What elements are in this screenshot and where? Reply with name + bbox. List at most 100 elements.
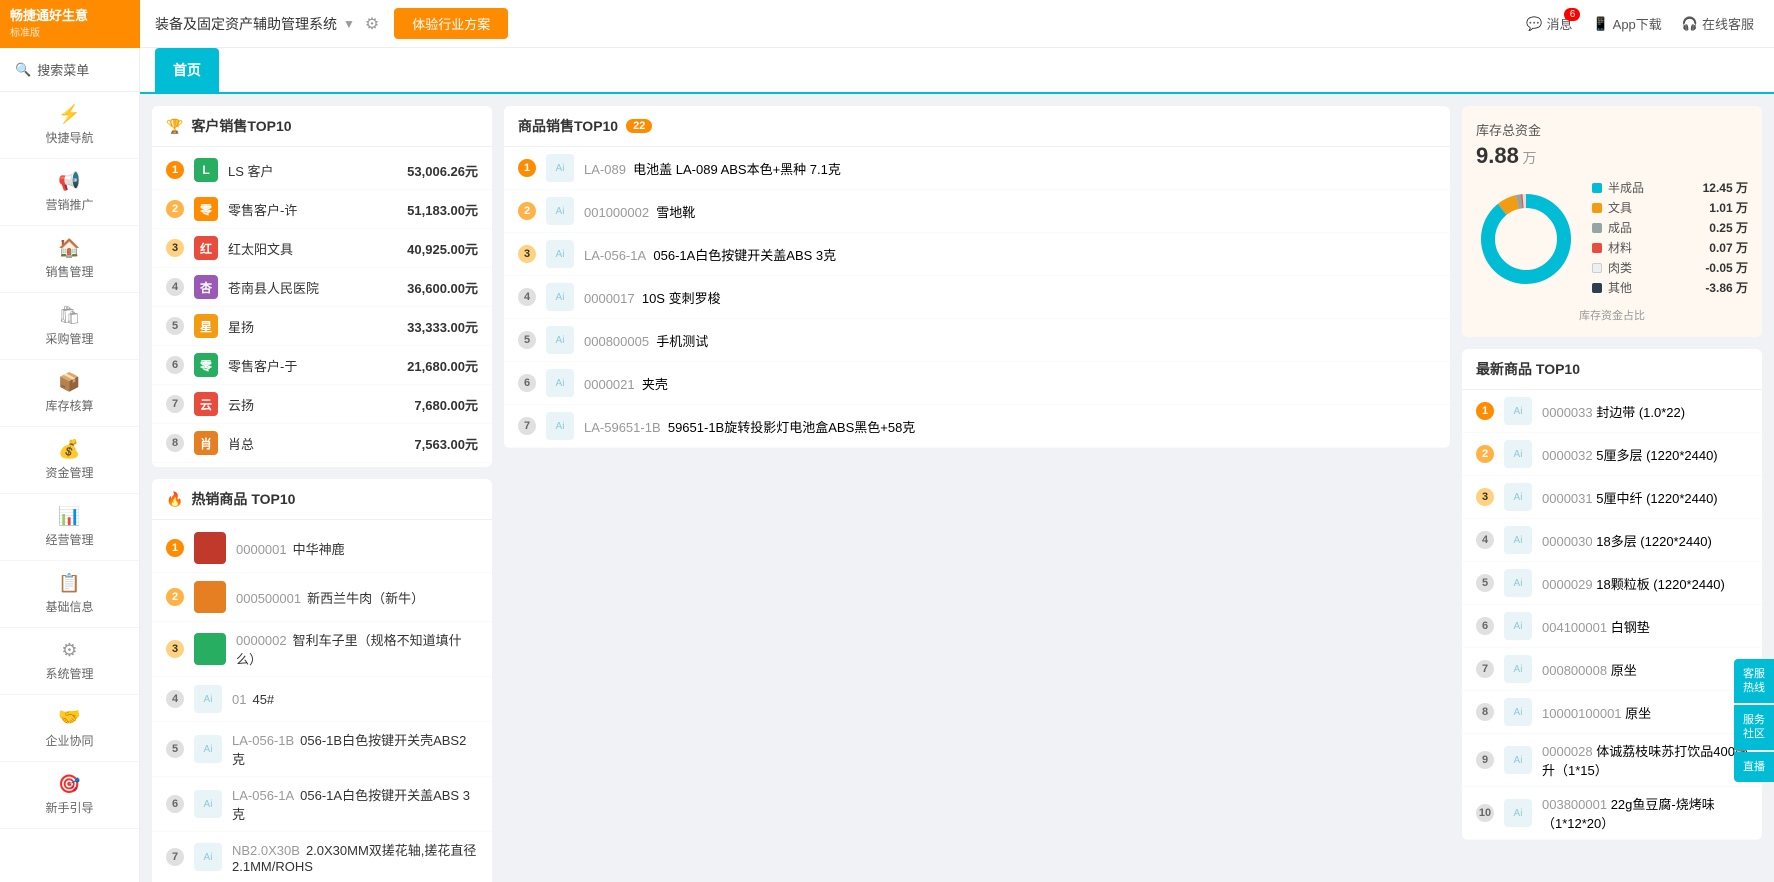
sidebar-item-quick-nav[interactable]: ⚡ 快捷导航 (0, 92, 139, 159)
customer-value: 33,333.00元 (407, 317, 478, 336)
tab-home[interactable]: 首页 (155, 48, 219, 92)
count-badge: 22 (626, 119, 652, 133)
message-button[interactable]: 💬 消息 6 (1526, 14, 1572, 33)
nav-tabs: 首页 (140, 48, 1774, 94)
product-item: 4 Ai 0000017 10S 变刺罗梭 (504, 276, 1450, 319)
customer-value: 51,183.00元 (407, 200, 478, 219)
product-sales-panel: 商品销售TOP10 22 1 Ai LA-089 电池盖 LA-089 ABS本… (504, 106, 1450, 448)
hot-product-item: 3 0000002智利车子里（规格不知道填什么） (152, 622, 492, 677)
product-info: 0000031 5厘中纤 (1220*2440) (1542, 488, 1718, 507)
hot-product-item: 1 0000001中华神鹿 (152, 524, 492, 573)
system-icon: ⚙ (61, 640, 77, 661)
product-item: 1 Ai LA-089 电池盖 LA-089 ABS本色+黑种 7.1克 (504, 147, 1450, 190)
product-thumbnail (194, 581, 226, 613)
product-thumbnail: Ai (194, 790, 222, 818)
legend-label: 其他 (1608, 279, 1632, 296)
product-info: 000500001新西兰牛肉（新牛） (236, 588, 478, 607)
sidebar-item-sales[interactable]: 🏠 销售管理 (0, 226, 139, 293)
product-thumbnail: Ai (1504, 612, 1532, 640)
rank-number: 5 (1476, 574, 1494, 592)
headset-icon: 🎧 (1682, 16, 1698, 32)
product-info: 001000002 雪地靴 (584, 202, 1436, 221)
rank-number: 1 (1476, 402, 1494, 420)
product-item: 7 Ai LA-59651-1B 59651-1B旋转投影灯电池盒ABS黑色+5… (504, 405, 1450, 448)
product-thumbnail: Ai (194, 843, 222, 871)
legend-value: 12.45 万 (1703, 179, 1748, 196)
customer-rank-list: 1 L LS 客户 53,006.26元 2 零 零售客户-许 51,183.0… (152, 147, 492, 467)
donut-section: 半成品 12.45 万 文具 1.01 万 成品 0 (1476, 179, 1748, 299)
search-menu-label: 搜索菜单 (37, 60, 89, 79)
sidebar-item-label: 快捷导航 (45, 129, 93, 146)
customer-sales-title: 客户销售TOP10 (191, 116, 291, 136)
online-service-button[interactable]: 🎧 在线客服 (1682, 14, 1754, 33)
sidebar-item-base-info[interactable]: 📋 基础信息 (0, 561, 139, 628)
rank-number: 5 (518, 331, 536, 349)
cs-float: 客服热线 服务社区 直播 (1734, 659, 1774, 782)
customer-avatar: 杏 (194, 275, 218, 299)
new-product-item: 1 Ai 0000033 封边带 (1.0*22) (1462, 390, 1762, 433)
sidebar-item-collab[interactable]: 🤝 企业协同 (0, 695, 139, 762)
app-download-button[interactable]: 📱 App下载 (1592, 14, 1661, 33)
sidebar-item-purchase[interactable]: 🛍 采购管理 (0, 293, 139, 360)
sidebar-item-guide[interactable]: 🎯 新手引导 (0, 762, 139, 829)
sidebar-item-system[interactable]: ⚙ 系统管理 (0, 628, 139, 695)
sidebar-item-label: 销售管理 (45, 263, 93, 280)
rank-number: 8 (166, 434, 184, 452)
rank-number: 7 (166, 395, 184, 413)
quick-nav-icon: ⚡ (58, 104, 80, 125)
product-thumbnail: Ai (1504, 526, 1532, 554)
cs-live-button[interactable]: 直播 (1734, 752, 1774, 782)
new-product-item: 4 Ai 0000030 18多层 (1220*2440) (1462, 519, 1762, 562)
legend-value: 0.25 万 (1709, 219, 1748, 236)
sidebar-item-label: 新手引导 (45, 799, 93, 816)
customer-rank-item: 7 云 云扬 7,680.00元 (152, 385, 492, 424)
product-thumbnail: Ai (1504, 799, 1532, 827)
sidebar-item-marketing[interactable]: 📢 营销推广 (0, 159, 139, 226)
app-label: App下载 (1613, 14, 1662, 33)
marketing-icon: 📢 (58, 171, 80, 192)
rank-number: 1 (518, 159, 536, 177)
product-thumbnail: Ai (1504, 483, 1532, 511)
customer-avatar: 肖 (194, 431, 218, 455)
sidebar-item-label: 经营管理 (45, 531, 93, 548)
customer-name: 云扬 (228, 395, 404, 414)
gear-icon[interactable]: ⚙ (365, 14, 379, 34)
logo-area: 畅捷通好生意 标准版 (0, 0, 140, 48)
rank-number: 3 (518, 245, 536, 263)
rank-number: 7 (166, 848, 184, 866)
sidebar-item-finance[interactable]: 💰 资金管理 (0, 427, 139, 494)
legend-label: 成品 (1608, 219, 1632, 236)
trial-button[interactable]: 体验行业方案 (394, 8, 508, 39)
sidebar-item-operations[interactable]: 📊 经营管理 (0, 494, 139, 561)
sidebar-item-inventory[interactable]: 📦 库存核算 (0, 360, 139, 427)
product-info: LA-089 电池盖 LA-089 ABS本色+黑种 7.1克 (584, 159, 1436, 178)
new-product-item: 3 Ai 0000031 5厘中纤 (1220*2440) (1462, 476, 1762, 519)
customer-rank-item: 6 零 零售客户-于 21,680.00元 (152, 346, 492, 385)
legend-dot (1592, 283, 1602, 293)
search-menu-button[interactable]: 🔍 搜索菜单 (0, 48, 139, 92)
rank-number: 2 (166, 200, 184, 218)
legend-item: 半成品 12.45 万 (1592, 179, 1748, 196)
rank-number: 2 (166, 588, 184, 606)
system-selector[interactable]: 装备及固定资产辅助管理系统 ▼ (155, 14, 355, 34)
new-product-item: 5 Ai 0000029 18颗粒板 (1220*2440) (1462, 562, 1762, 605)
new-products-title: 最新商品 TOP10 (1476, 359, 1580, 379)
mobile-icon: 📱 (1592, 16, 1608, 32)
cs-community-button[interactable]: 服务社区 (1734, 705, 1774, 750)
inventory-amount: 9.88 (1476, 143, 1519, 168)
customer-value: 40,925.00元 (407, 239, 478, 258)
service-label: 在线客服 (1702, 14, 1754, 33)
product-thumbnail (194, 633, 226, 665)
customer-rank-item: 8 肖 肖总 7,563.00元 (152, 424, 492, 463)
product-info: 0000017 10S 变刺罗梭 (584, 288, 1436, 307)
customer-avatar: L (194, 158, 218, 182)
rank-number: 2 (1476, 445, 1494, 463)
cs-hotline-button[interactable]: 客服热线 (1734, 659, 1774, 704)
product-thumbnail: Ai (546, 326, 574, 354)
customer-name: 星扬 (228, 317, 397, 336)
customer-rank-item: 5 星 星扬 33,333.00元 (152, 307, 492, 346)
legend-item: 成品 0.25 万 (1592, 219, 1748, 236)
customer-rank-item: 2 零 零售客户-许 51,183.00元 (152, 190, 492, 229)
legend-item: 其他 -3.86 万 (1592, 279, 1748, 296)
product-info: 000800008 原坐 (1542, 660, 1637, 679)
